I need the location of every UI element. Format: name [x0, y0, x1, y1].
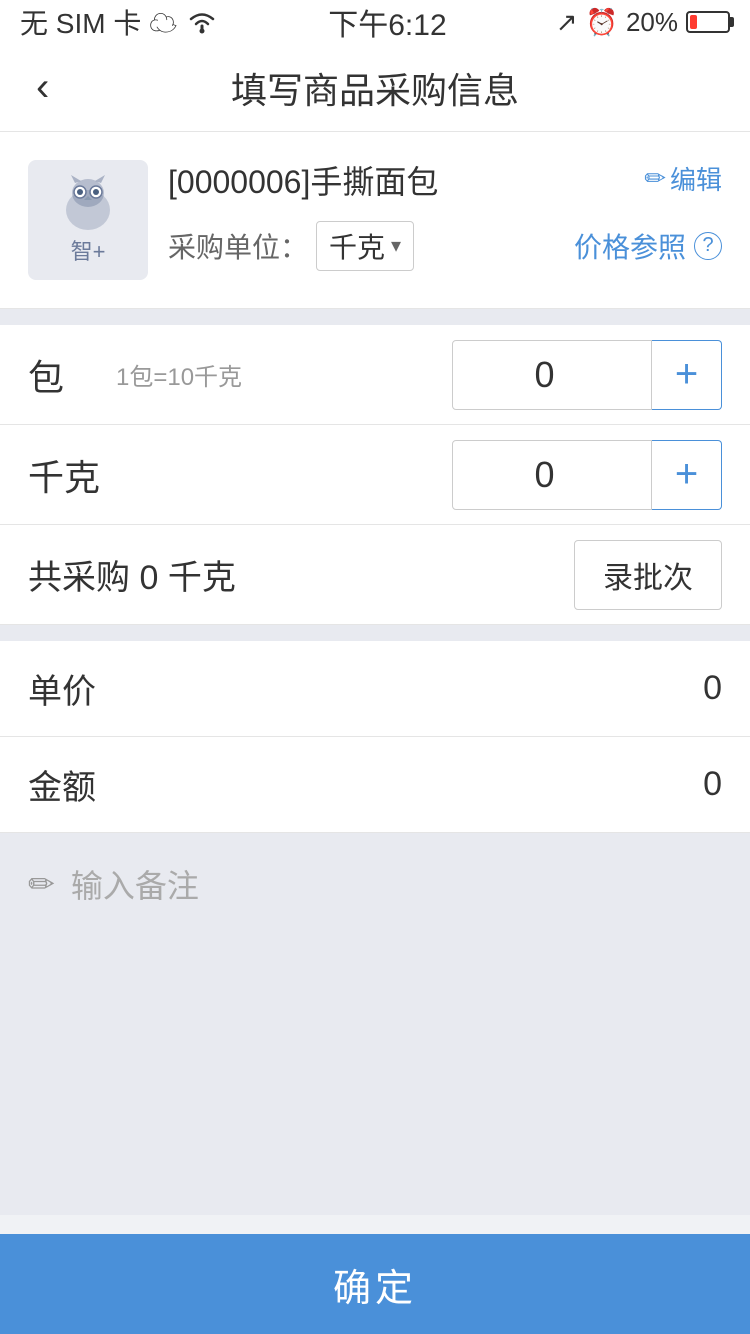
summary-row: 共采购 0 千克 录批次: [0, 525, 750, 625]
unit-label: 采购单位：: [168, 226, 308, 266]
edit-button[interactable]: ✏编辑: [644, 160, 722, 197]
battery-icon: [686, 11, 730, 33]
unit-price-value: 0: [703, 669, 722, 708]
bag-input[interactable]: [452, 340, 652, 410]
unit-select[interactable]: 千克 ▾: [316, 221, 414, 271]
bag-input-wrap: +: [452, 340, 722, 410]
kg-label: 千克: [28, 449, 108, 501]
kg-plus-button[interactable]: +: [652, 440, 722, 510]
summary-text: 共采购 0 千克: [28, 550, 236, 599]
wifi-icon: [185, 10, 219, 34]
input-section: 包 1包=10千克 + 千克 +: [0, 325, 750, 525]
bag-label: 包: [28, 349, 108, 401]
amount-label: 金额: [28, 760, 96, 809]
product-name: [0000006]手撕面包: [168, 160, 438, 205]
kg-input[interactable]: [452, 440, 652, 510]
status-left: 无 SIM 卡 ☁: [20, 2, 219, 42]
kg-input-row: 千克 +: [0, 425, 750, 525]
product-logo-text: 智+: [71, 234, 106, 266]
status-right: ↗ ⏰ 20%: [556, 7, 730, 38]
bag-sublabel: 1包=10千克: [116, 357, 242, 392]
bag-input-row: 包 1包=10千克 +: [0, 325, 750, 425]
amount-row: 金额 0: [0, 737, 750, 833]
kg-input-wrap: +: [452, 440, 722, 510]
nav-bar: ‹ 填写商品采购信息: [0, 44, 750, 132]
page-title: 填写商品采购信息: [231, 62, 519, 114]
location-icon: ↗: [556, 7, 578, 38]
note-placeholder: 输入备注: [71, 861, 199, 907]
alarm-icon: ⏰: [586, 7, 618, 38]
battery-percent: 20%: [626, 7, 678, 38]
help-icon: ?: [694, 232, 722, 260]
product-card: 智+ [0000006]手撕面包 ✏编辑 采购单位： 千克 ▾ 价格参照 ?: [0, 132, 750, 309]
confirm-button[interactable]: 确定: [0, 1234, 750, 1334]
product-info: [0000006]手撕面包 ✏编辑 采购单位： 千克 ▾ 价格参照 ?: [168, 160, 722, 271]
owl-logo: [53, 175, 123, 230]
pencil-icon: ✏: [28, 865, 55, 903]
back-button[interactable]: ‹: [28, 57, 57, 118]
price-ref-button[interactable]: 价格参照 ?: [574, 226, 722, 266]
dropdown-arrow: ▾: [391, 233, 401, 258]
status-bar: 无 SIM 卡 ☁ 下午6:12 ↗ ⏰ 20%: [0, 0, 750, 44]
price-section: 单价 0 金额 0: [0, 641, 750, 833]
amount-value: 0: [703, 765, 722, 804]
sim-text: 无 SIM 卡 ☁: [20, 2, 177, 42]
status-time: 下午6:12: [328, 0, 446, 44]
unit-price-label: 单价: [28, 664, 96, 713]
note-section[interactable]: ✏ 输入备注: [0, 833, 750, 935]
content-body: [0, 935, 750, 1215]
unit-price-row: 单价 0: [0, 641, 750, 737]
batch-button[interactable]: 录批次: [574, 540, 722, 610]
separator-1: [0, 309, 750, 325]
separator-2: [0, 625, 750, 641]
product-image: 智+: [28, 160, 148, 280]
bag-plus-button[interactable]: +: [652, 340, 722, 410]
